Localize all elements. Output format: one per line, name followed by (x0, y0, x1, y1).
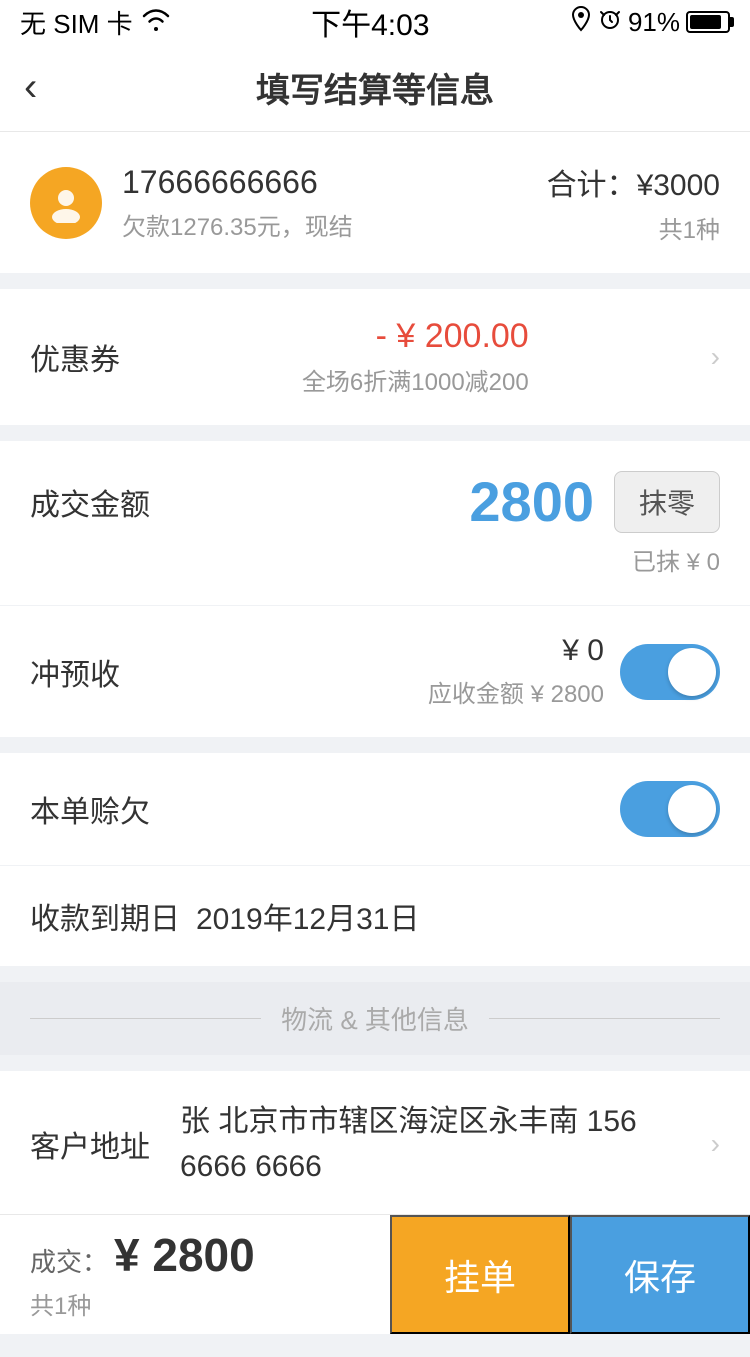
bottom-bar: 成交： ¥ 2800 共1种 挂单 保存 (0, 1214, 750, 1334)
coupon-label: 优惠券 (30, 335, 120, 379)
save-button[interactable]: 保存 (570, 1215, 750, 1334)
prepaid-label: 冲预收 (30, 650, 120, 694)
address-row[interactable]: 客户地址 张 北京市市辖区海淀区永丰南 156 6666 6666 › (0, 1071, 750, 1217)
bottom-count: 共1种 (30, 1286, 360, 1321)
status-time: 下午4:03 (311, 0, 429, 44)
deal-card: 成交金额 2800 抹零 已抹 ¥ 0 冲预收 ¥ 0 应收金额 ¥ 2800 (0, 441, 750, 737)
customer-phone: 17666666666 (122, 164, 353, 201)
hold-button[interactable]: 挂单 (390, 1215, 570, 1334)
total-count: 共1种 (547, 210, 720, 245)
debt-card: 本单赊欠 收款到期日 2019年12月31日 (0, 753, 750, 966)
coupon-discount: - ¥ 200.00 (302, 317, 529, 356)
coupon-row[interactable]: 优惠券 - ¥ 200.00 全场6折满1000减200 › (0, 289, 750, 425)
due-date-label: 收款到期日 (30, 894, 180, 938)
amount-section: 成交金额 2800 抹零 已抹 ¥ 0 (0, 441, 750, 605)
amount-label: 成交金额 (30, 480, 150, 524)
due-date-value: 2019年12月31日 (196, 894, 419, 938)
coupon-chevron-icon: › (711, 341, 720, 373)
divider-left (30, 1018, 261, 1019)
amount-value: 2800 (469, 469, 594, 534)
address-chevron-icon: › (711, 1128, 720, 1160)
customer-note: 欠款1276.35元，现结 (122, 207, 353, 242)
coupon-desc: 全场6折满1000减200 (302, 362, 529, 397)
battery-percent: 91% (628, 7, 680, 38)
nav-bar: ‹ 填写结算等信息 (0, 44, 750, 132)
status-bar: 无 SIM 卡 下午4:03 91% (0, 0, 750, 44)
back-button[interactable]: ‹ (24, 65, 37, 110)
total-amount: 合计：¥3000 (547, 160, 720, 204)
due-date-row: 收款到期日 2019年12月31日 (0, 865, 750, 966)
amount-sub: 已抹 ¥ 0 (30, 542, 720, 577)
debt-toggle[interactable] (620, 781, 720, 837)
address-value: 张 北京市市辖区海淀区永丰南 156 6666 6666 (180, 1099, 711, 1189)
bottom-deal-label: 成交： (30, 1242, 108, 1279)
wifi-icon (141, 7, 171, 38)
content-area: 17666666666 欠款1276.35元，现结 合计：¥3000 共1种 优… (0, 132, 750, 1357)
round-button[interactable]: 抹零 (614, 471, 720, 533)
bottom-info: 成交： ¥ 2800 共1种 (0, 1228, 390, 1321)
battery-icon (686, 11, 730, 33)
customer-card: 17666666666 欠款1276.35元，现结 合计：¥3000 共1种 (0, 132, 750, 273)
debt-label: 本单赊欠 (30, 787, 150, 831)
debt-row: 本单赊欠 (0, 753, 750, 865)
avatar (30, 167, 102, 239)
no-sim-text: 无 SIM 卡 (20, 4, 133, 41)
location-icon (570, 6, 592, 39)
prepaid-toggle[interactable] (620, 644, 720, 700)
logistics-label: 物流 & 其他信息 (281, 1000, 469, 1037)
prepaid-section: 冲预收 ¥ 0 应收金额 ¥ 2800 (0, 605, 750, 737)
logistics-divider: 物流 & 其他信息 (0, 982, 750, 1055)
coupon-card: 优惠券 - ¥ 200.00 全场6折满1000减200 › (0, 289, 750, 425)
customer-row: 17666666666 欠款1276.35元，现结 合计：¥3000 共1种 (0, 132, 750, 273)
prepaid-sub: 应收金额 ¥ 2800 (428, 674, 604, 709)
divider-right (489, 1018, 720, 1019)
page-title: 填写结算等信息 (256, 63, 494, 112)
prepaid-value: ¥ 0 (428, 634, 604, 668)
status-right: 91% (570, 6, 730, 39)
status-left: 无 SIM 卡 (20, 4, 171, 41)
bottom-deal-amount: ¥ 2800 (114, 1228, 255, 1282)
address-label: 客户地址 (30, 1122, 150, 1166)
alarm-icon (598, 7, 622, 38)
